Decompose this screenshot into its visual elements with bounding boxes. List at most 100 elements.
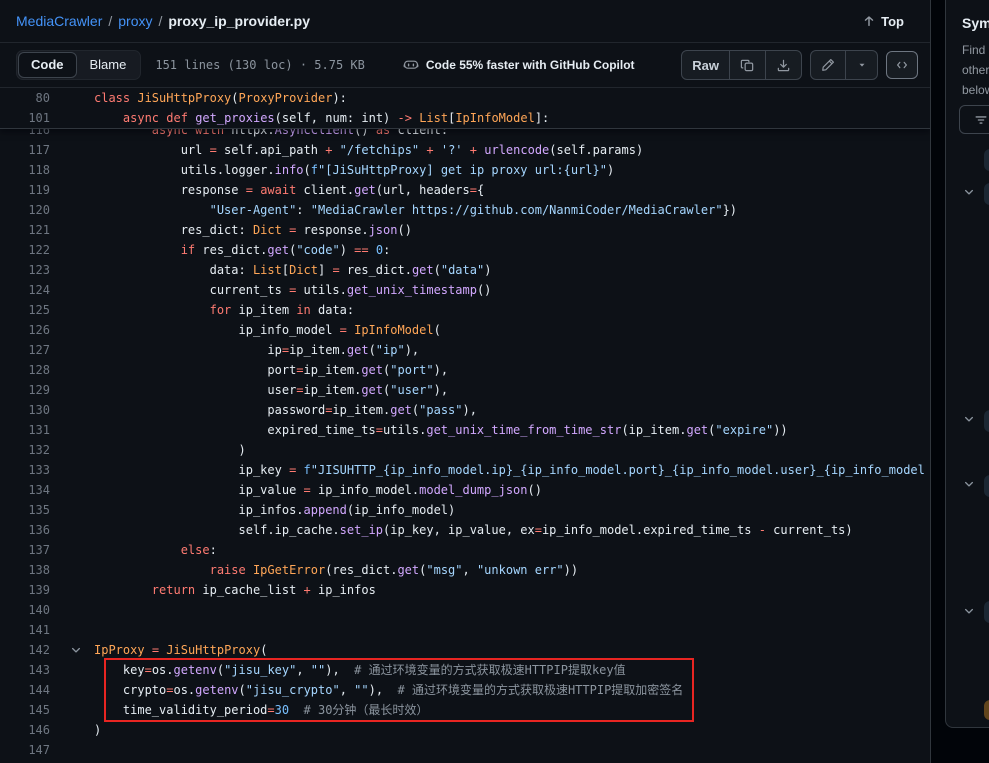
code-line-80: 80class JiSuHttpProxy(ProxyProvider): [0, 88, 930, 108]
line-number[interactable]: 131 [0, 420, 58, 440]
line-number[interactable]: 145 [0, 700, 58, 720]
line-number[interactable]: 137 [0, 540, 58, 560]
line-number[interactable]: 122 [0, 240, 58, 260]
expander-cell [58, 260, 94, 280]
line-number[interactable]: 121 [0, 220, 58, 240]
code-text: return ip_cache_list + ip_infos [94, 580, 930, 600]
breadcrumb-separator: / [158, 13, 162, 29]
code-line-131: 131 expired_time_ts=utils.get_unix_time_… [0, 420, 930, 440]
breadcrumb-folder-link[interactable]: proxy [118, 13, 152, 29]
line-number[interactable]: 125 [0, 300, 58, 320]
line-number[interactable]: 129 [0, 380, 58, 400]
line-number[interactable]: 140 [0, 600, 58, 620]
symbols-panel-toggle-button[interactable] [886, 51, 918, 79]
code-line-128: 128 port=ip_item.get("port"), [0, 360, 930, 380]
line-number[interactable]: 123 [0, 260, 58, 280]
code-lines: 116 async with httpx.AsyncClient() as cl… [0, 120, 930, 760]
symbols-panel-description: below or in the code. [962, 83, 989, 97]
breadcrumb-separator: / [108, 13, 112, 29]
edit-dropdown-button[interactable] [845, 51, 877, 79]
toolbar-actions: Raw [681, 50, 918, 80]
symbol-chip[interactable] [984, 601, 989, 623]
code-line-141: 141 [0, 620, 930, 640]
line-number[interactable]: 139 [0, 580, 58, 600]
expander-cell [58, 580, 94, 600]
code-line-133: 133 ip_key = f"JISUHTTP_{ip_info_model.i… [0, 460, 930, 480]
symbols-panel-description: other symbols in this file by clicking a… [962, 63, 989, 77]
back-to-top-button[interactable]: Top [862, 14, 904, 29]
expander-cell [58, 720, 94, 740]
line-number[interactable]: 130 [0, 400, 58, 420]
line-number[interactable]: 119 [0, 180, 58, 200]
line-number[interactable]: 101 [0, 108, 58, 128]
line-number[interactable]: 80 [0, 88, 58, 108]
symbol-chip[interactable] [984, 149, 989, 171]
line-number[interactable]: 127 [0, 340, 58, 360]
symbols-filter-button[interactable] [959, 105, 989, 134]
edit-button[interactable] [811, 51, 845, 79]
expander-cell [58, 500, 94, 520]
breadcrumb: MediaCrawler / proxy / proxy_ip_provider… [0, 0, 930, 43]
expander-cell [58, 300, 94, 320]
expander-cell [58, 108, 94, 128]
line-number[interactable]: 141 [0, 620, 58, 640]
line-number[interactable]: 133 [0, 460, 58, 480]
sticky-context-lines: 80class JiSuHttpProxy(ProxyProvider):101… [0, 88, 930, 129]
code-line-135: 135 ip_infos.append(ip_info_model) [0, 500, 930, 520]
line-number[interactable]: 144 [0, 680, 58, 700]
code-text: for ip_item in data: [94, 300, 930, 320]
chevron-down-icon[interactable] [963, 478, 975, 490]
code-text: ip_infos.append(ip_info_model) [94, 500, 930, 520]
code-text: expired_time_ts=utils.get_unix_time_from… [94, 420, 930, 440]
line-number[interactable]: 142 [0, 640, 58, 660]
code-line-147: 147 [0, 740, 930, 760]
breadcrumb-repo-link[interactable]: MediaCrawler [16, 13, 102, 29]
line-number[interactable]: 146 [0, 720, 58, 740]
code-text: ip_value = ip_info_model.model_dump_json… [94, 480, 930, 500]
code-text: "User-Agent": "MediaCrawler https://gith… [94, 200, 930, 220]
copy-button[interactable] [729, 51, 765, 79]
code-line-140: 140 [0, 600, 930, 620]
line-number[interactable]: 120 [0, 200, 58, 220]
tab-blame[interactable]: Blame [77, 52, 140, 78]
line-number[interactable]: 135 [0, 500, 58, 520]
expander-cell [58, 460, 94, 480]
code-line-132: 132 ) [0, 440, 930, 460]
chevron-down-icon[interactable] [963, 605, 975, 617]
code-line-136: 136 self.ip_cache.set_ip(ip_key, ip_valu… [0, 520, 930, 540]
line-number[interactable]: 124 [0, 280, 58, 300]
copilot-icon [403, 57, 419, 73]
top-label: Top [881, 14, 904, 29]
file-metadata: 151 lines (130 loc) · 5.75 KB [155, 58, 365, 72]
symbol-chip[interactable] [984, 475, 989, 497]
symbol-chip[interactable] [984, 183, 989, 205]
expander-cell [58, 400, 94, 420]
line-number[interactable]: 117 [0, 140, 58, 160]
tab-code[interactable]: Code [18, 52, 77, 78]
symbol-chip[interactable] [984, 410, 989, 432]
code-line-129: 129 user=ip_item.get("user"), [0, 380, 930, 400]
raw-button[interactable]: Raw [682, 51, 729, 79]
line-number[interactable]: 128 [0, 360, 58, 380]
code-text [94, 740, 930, 760]
copilot-text: Code 55% faster with GitHub Copilot [426, 58, 635, 72]
chevron-down-icon[interactable] [963, 413, 975, 425]
line-number[interactable]: 136 [0, 520, 58, 540]
collapse-chevron-icon[interactable] [58, 640, 94, 660]
line-number[interactable]: 138 [0, 560, 58, 580]
code-line-137: 137 else: [0, 540, 930, 560]
chevron-down-icon[interactable] [963, 186, 975, 198]
copilot-banner[interactable]: Code 55% faster with GitHub Copilot [403, 57, 635, 73]
line-number[interactable]: 118 [0, 160, 58, 180]
line-number[interactable]: 126 [0, 320, 58, 340]
code-text: ip=ip_item.get("ip"), [94, 340, 930, 360]
code-line-130: 130 password=ip_item.get("pass"), [0, 400, 930, 420]
code-text: self.ip_cache.set_ip(ip_key, ip_value, e… [94, 520, 930, 540]
line-number[interactable]: 147 [0, 740, 58, 760]
line-number[interactable]: 134 [0, 480, 58, 500]
code-line-123: 123 data: List[Dict] = res_dict.get("dat… [0, 260, 930, 280]
download-button[interactable] [765, 51, 801, 79]
line-number[interactable]: 143 [0, 660, 58, 680]
symbol-chip-highlighted[interactable] [984, 700, 989, 720]
line-number[interactable]: 132 [0, 440, 58, 460]
